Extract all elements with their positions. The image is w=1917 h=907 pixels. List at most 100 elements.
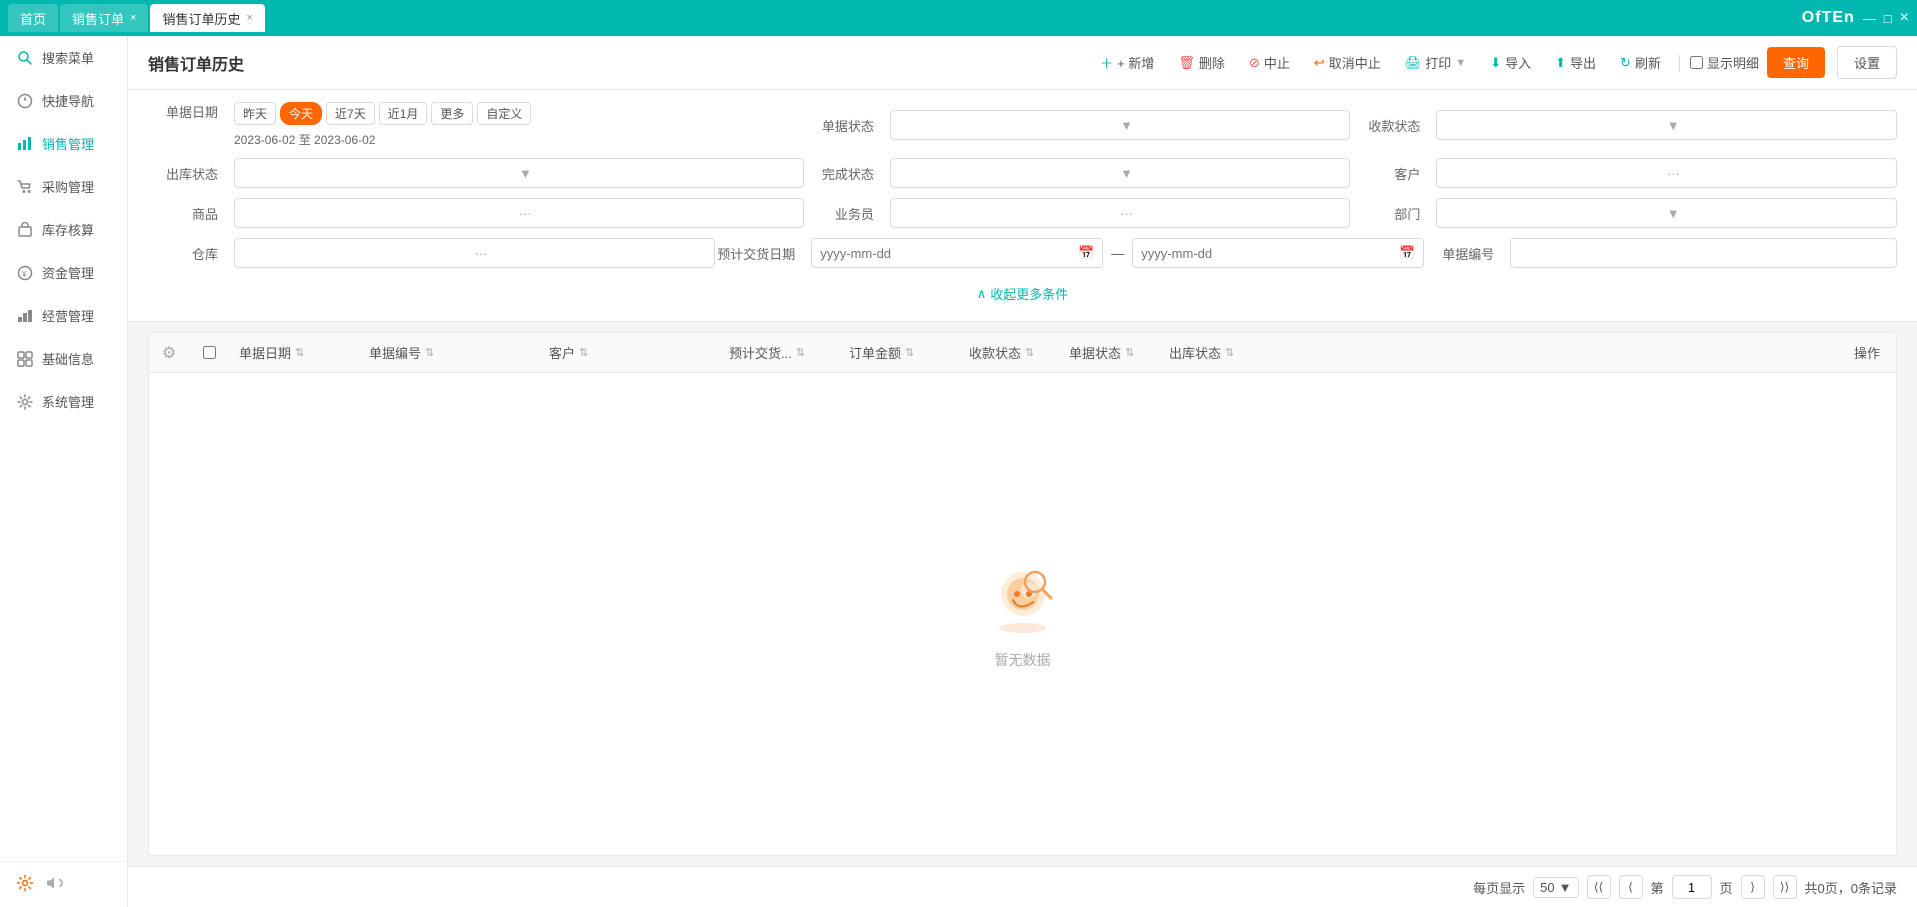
th-number[interactable]: 单据编号 ⇅ (359, 343, 539, 362)
th-checkbox[interactable] (189, 346, 229, 359)
date-btn-1month[interactable]: 近1月 (379, 102, 428, 125)
current-page-input[interactable] (1672, 875, 1712, 899)
delivery-date-from-input[interactable]: 📅 (811, 238, 1103, 268)
tab-home-label: 首页 (20, 9, 46, 28)
select-all-checkbox[interactable] (203, 346, 216, 359)
page-title: 销售订单历史 (148, 51, 244, 75)
compass-icon (16, 92, 34, 110)
salesperson-input[interactable]: ··· (890, 198, 1351, 228)
next-page-button[interactable]: ⟩ (1741, 875, 1765, 899)
delivery-date-to-field[interactable] (1141, 246, 1395, 261)
stop-icon: ⊘ (1249, 55, 1260, 71)
department-arrow: ▼ (1667, 206, 1888, 221)
th-settings[interactable]: ⚙ (149, 343, 189, 363)
refresh-button[interactable]: ↻ 刷新 (1612, 49, 1669, 76)
date-btn-7days[interactable]: 近7天 (326, 102, 375, 125)
th-pay-status[interactable]: 收款状态 ⇅ (959, 343, 1059, 362)
th-doc-status[interactable]: 单据状态 ⇅ (1059, 343, 1159, 362)
prev-page-button[interactable]: ⟨ (1619, 875, 1643, 899)
doc-status-dropdown[interactable]: ▼ (890, 110, 1351, 140)
complete-status-dropdown[interactable]: ▼ (890, 158, 1351, 188)
sidebar-bottom (0, 861, 127, 907)
tab-sales-history[interactable]: 销售订单历史 × (150, 4, 264, 32)
settings-gear-icon[interactable]: ⚙ (162, 343, 176, 363)
warehouse-input[interactable]: ··· (234, 238, 715, 268)
th-customer[interactable]: 客户 ⇅ (539, 343, 719, 362)
complete-status-filter-group: 完成状态 ▼ (804, 158, 1351, 188)
minimize-button[interactable]: — (1863, 11, 1876, 26)
grid-icon (16, 350, 34, 368)
close-button[interactable]: × (1900, 9, 1909, 27)
first-page-button[interactable]: ⟨⟨ (1587, 875, 1611, 899)
collapse-row[interactable]: ∧ 收起更多条件 (148, 278, 1897, 309)
sidebar-settings-icon[interactable] (16, 874, 34, 895)
department-label: 部门 (1350, 204, 1430, 223)
sidebar-item-base-info[interactable]: 基础信息 (0, 337, 127, 380)
delivery-date-from-field[interactable] (820, 246, 1074, 261)
calendar-from-icon: 📅 (1078, 245, 1094, 261)
main-layout: 搜索菜单 快捷导航 销售管理 采购管理 库存核算 (0, 36, 1917, 907)
date-dash: — (1107, 246, 1128, 261)
sidebar-item-purchase-mgmt[interactable]: 采购管理 (0, 165, 127, 208)
sidebar-item-ops-mgmt[interactable]: 经营管理 (0, 294, 127, 337)
sidebar-item-sales-mgmt[interactable]: 销售管理 (0, 122, 127, 165)
date-btn-yesterday[interactable]: 昨天 (234, 102, 276, 125)
th-date-label: 单据日期 (239, 343, 291, 362)
customer-input[interactable]: ··· (1436, 158, 1897, 188)
sidebar-item-search-menu[interactable]: 搜索菜单 (0, 36, 127, 79)
display-detail-checkbox-label[interactable]: 显示明细 (1690, 53, 1759, 72)
stop-button[interactable]: ⊘ 中止 (1241, 49, 1298, 76)
page-size-select[interactable]: 50 ▼ (1533, 877, 1578, 898)
display-label: 显示明细 (1707, 53, 1759, 72)
doc-number-input[interactable] (1510, 238, 1897, 268)
export-button[interactable]: ⬆ 导出 (1547, 49, 1604, 76)
th-out-status[interactable]: 出库状态 ⇅ (1159, 343, 1259, 362)
print-button[interactable]: 🖨 打印 ▼ (1397, 49, 1474, 76)
th-actions: 操作 (1259, 343, 1896, 362)
tab-sales-order-label: 销售订单 (72, 9, 124, 28)
sidebar-label-quick-nav: 快捷导航 (42, 91, 94, 110)
sidebar-item-inventory-calc[interactable]: 库存核算 (0, 208, 127, 251)
tab-sales-history-close[interactable]: × (246, 12, 252, 24)
sidebar-item-fund-mgmt[interactable]: ¥ 资金管理 (0, 251, 127, 294)
payment-status-arrow: ▼ (1667, 118, 1888, 133)
sidebar-volume-icon[interactable] (46, 874, 64, 895)
display-detail-checkbox[interactable] (1690, 56, 1703, 69)
th-delivery[interactable]: 预计交货... ⇅ (719, 343, 839, 362)
tab-home[interactable]: 首页 (8, 4, 58, 32)
delete-button[interactable]: 🗑 删除 (1170, 49, 1233, 76)
customer-label: 客户 (1350, 164, 1430, 183)
delivery-date-to-input[interactable]: 📅 (1132, 238, 1424, 268)
th-pay-status-sort-icon: ⇅ (1025, 346, 1034, 359)
doc-number-field[interactable] (1519, 246, 1888, 261)
export-label: 导出 (1570, 53, 1596, 72)
sidebar-label-sales-mgmt: 销售管理 (42, 134, 94, 153)
refresh-label: 刷新 (1635, 53, 1661, 72)
cart-icon (16, 178, 34, 196)
salesperson-dots: ··· (1120, 206, 1341, 221)
th-amount[interactable]: 订单金额 ⇅ (839, 343, 959, 362)
department-dropdown[interactable]: ▼ (1436, 198, 1897, 228)
payment-status-dropdown[interactable]: ▼ (1436, 110, 1897, 140)
settings-button[interactable]: 设置 (1837, 46, 1897, 79)
page-size-label: 每页显示 (1473, 878, 1525, 897)
date-range-text: 2023-06-02 至 2023-06-02 (234, 131, 531, 148)
import-button[interactable]: ⬇ 导入 (1482, 49, 1539, 76)
sidebar-item-sys-mgmt[interactable]: 系统管理 (0, 380, 127, 423)
tab-sales-order-close[interactable]: × (130, 12, 136, 24)
restore-button[interactable]: □ (1884, 11, 1892, 26)
cancel-stop-button[interactable]: ↩ 取消中止 (1306, 49, 1389, 76)
date-btn-custom[interactable]: 自定义 (477, 102, 531, 125)
out-status-dropdown[interactable]: ▼ (234, 158, 804, 188)
sidebar-item-quick-nav[interactable]: 快捷导航 (0, 79, 127, 122)
date-btn-today[interactable]: 今天 (280, 102, 322, 125)
new-button[interactable]: ＋ + 新增 (1092, 49, 1162, 76)
date-selector: 昨天 今天 近7天 近1月 更多 自定义 (234, 102, 531, 125)
last-page-button[interactable]: ⟩⟩ (1773, 875, 1797, 899)
tab-sales-order[interactable]: 销售订单 × (60, 4, 148, 32)
query-button[interactable]: 查询 (1767, 47, 1825, 78)
date-btn-more[interactable]: 更多 (431, 102, 473, 125)
product-input[interactable]: ··· (234, 198, 804, 228)
th-date[interactable]: 单据日期 ⇅ (229, 343, 359, 362)
sidebar-label-base-info: 基础信息 (42, 349, 94, 368)
